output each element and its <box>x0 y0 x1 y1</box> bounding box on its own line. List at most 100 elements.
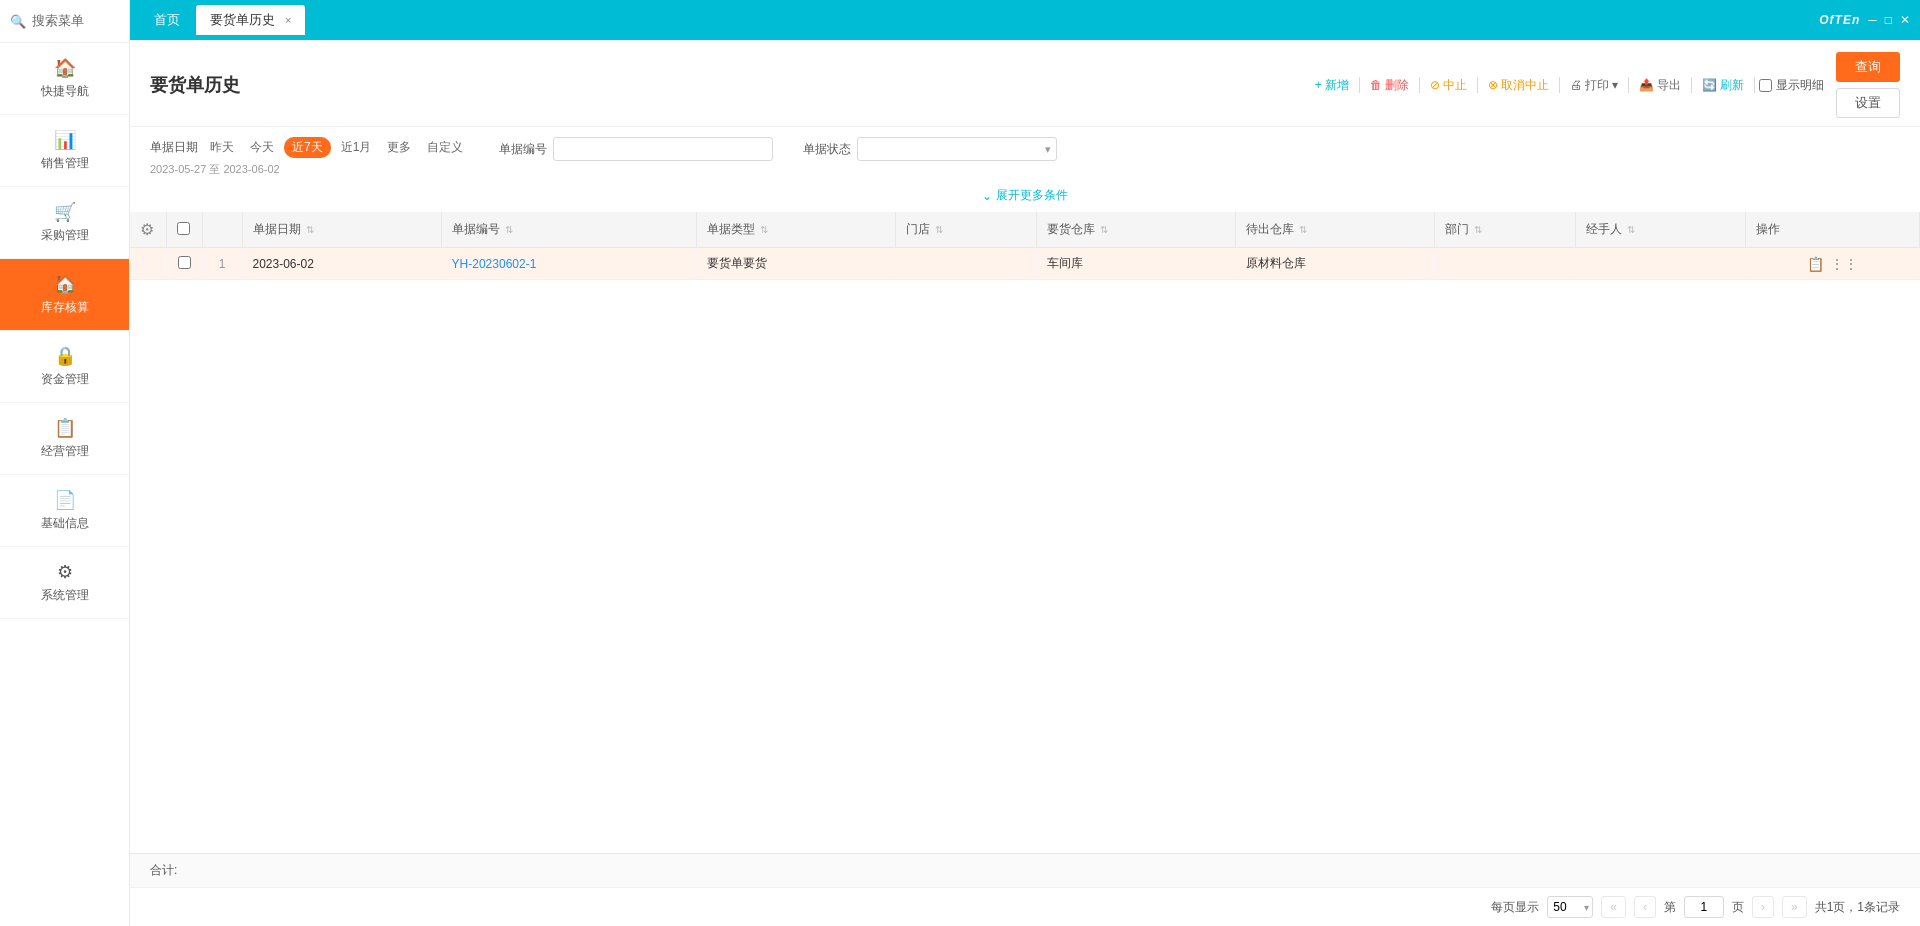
next-page-button[interactable]: › <box>1752 896 1774 918</box>
sort-icon-dept: ⇅ <box>1474 224 1482 235</box>
doc-no-label: 单据编号 <box>499 141 547 158</box>
col-req-warehouse[interactable]: 要货仓库 ⇅ <box>1037 212 1236 248</box>
date-shortcut-today[interactable]: 今天 <box>244 137 280 158</box>
select-all-checkbox[interactable] <box>177 222 190 235</box>
col-pending-warehouse-label: 待出仓库 <box>1246 222 1294 236</box>
stop-button[interactable]: ⊘ 中止 <box>1424 73 1473 98</box>
row-op-icons: 📋 ⋮⋮ <box>1756 256 1909 272</box>
date-shortcut-month1[interactable]: 近1月 <box>335 137 378 158</box>
date-shortcut-week7[interactable]: 近7天 <box>284 137 331 158</box>
display-detail-checkbox[interactable] <box>1759 79 1772 92</box>
date-shortcut-custom[interactable]: 自定义 <box>421 137 469 158</box>
row-delete-icon[interactable]: ⋮⋮ <box>1830 256 1858 272</box>
doc-no-link[interactable]: YH-20230602-1 <box>452 257 537 271</box>
row-checkbox[interactable] <box>178 256 191 269</box>
col-req-warehouse-label: 要货仓库 <box>1047 222 1095 236</box>
query-buttons: 查询 设置 <box>1836 52 1900 118</box>
last-page-button[interactable]: » <box>1782 896 1807 918</box>
export-button[interactable]: 📤 导出 <box>1633 73 1687 98</box>
sidebar-item-finance[interactable]: 🔒 资金管理 <box>0 331 129 403</box>
row-doc-type: 要货单要货 <box>697 248 896 280</box>
sidebar-item-label: 系统管理 <box>41 587 89 604</box>
sidebar-item-label: 快捷导航 <box>41 83 89 100</box>
row-doc-date: 2023-06-02 <box>242 248 441 280</box>
maximize-icon[interactable]: □ <box>1885 13 1892 27</box>
brand-label: OfTEn <box>1819 13 1860 27</box>
divider5 <box>1628 77 1629 93</box>
sidebar-item-basic[interactable]: 📄 基础信息 <box>0 475 129 547</box>
current-page-input[interactable] <box>1684 896 1724 918</box>
prev-page-button[interactable]: ‹ <box>1634 896 1656 918</box>
cancel-stop-button[interactable]: ⊗ 取消中止 <box>1482 73 1555 98</box>
date-range-text: 2023-05-27 至 2023-06-02 <box>150 162 469 177</box>
new-button[interactable]: + 新增 <box>1309 73 1355 98</box>
date-shortcut-yesterday[interactable]: 昨天 <box>204 137 240 158</box>
row-pending-warehouse: 原材料仓库 <box>1236 248 1435 280</box>
sidebar-item-system[interactable]: ⚙ 系统管理 <box>0 547 129 619</box>
page-title: 要货单历史 <box>150 73 240 97</box>
query-button[interactable]: 查询 <box>1836 52 1900 82</box>
row-department <box>1434 248 1575 280</box>
delete-button[interactable]: 🗑 删除 <box>1364 73 1415 98</box>
search-icon: 🔍 <box>10 14 26 29</box>
col-doc-no-label: 单据编号 <box>452 222 500 236</box>
row-num: 1 <box>202 248 242 280</box>
sidebar-item-quick-nav[interactable]: 🏠 快捷导航 <box>0 43 129 115</box>
date-shortcuts: 昨天 今天 近7天 近1月 更多 自定义 <box>204 137 469 158</box>
row-edit-icon[interactable]: 📋 <box>1807 256 1824 272</box>
sort-icon-req-wh: ⇅ <box>1100 224 1108 235</box>
total-info: 共1页，1条记录 <box>1815 899 1900 916</box>
table-header-row: ⚙ 单据日期 ⇅ 单据编号 ⇅ <box>130 212 1920 248</box>
sidebar-item-operation[interactable]: 📋 经营管理 <box>0 403 129 475</box>
page-suffix: 页 <box>1732 899 1744 916</box>
topbar: 首页 要货单历史 × OfTEn ─ □ ✕ <box>130 0 1920 40</box>
row-doc-no[interactable]: YH-20230602-1 <box>441 248 697 280</box>
export-icon: 📤 <box>1639 78 1654 92</box>
home-icon: 🏠 <box>54 57 76 79</box>
expand-more-arrow-icon: ⌄ <box>982 189 992 203</box>
col-doc-no[interactable]: 单据编号 ⇅ <box>441 212 697 248</box>
col-num <box>202 212 242 248</box>
status-select[interactable] <box>857 137 1057 161</box>
divider1 <box>1359 77 1360 93</box>
sidebar-item-sales[interactable]: 📊 销售管理 <box>0 115 129 187</box>
date-filter-label: 单据日期 <box>150 139 198 156</box>
tab-home[interactable]: 首页 <box>140 5 194 35</box>
sidebar-item-label: 经营管理 <box>41 443 89 460</box>
settings-button[interactable]: 设置 <box>1836 88 1900 118</box>
col-store[interactable]: 门店 ⇅ <box>896 212 1037 248</box>
clipboard-icon: 📋 <box>54 417 76 439</box>
col-doc-date[interactable]: 单据日期 ⇅ <box>242 212 441 248</box>
col-department[interactable]: 部门 ⇅ <box>1434 212 1575 248</box>
sidebar-item-inventory[interactable]: 🏠 库存核算 <box>0 259 129 331</box>
sidebar-search-label: 搜索菜单 <box>32 12 84 30</box>
col-handler[interactable]: 经手人 ⇅ <box>1575 212 1745 248</box>
col-store-label: 门店 <box>906 222 930 236</box>
col-doc-type[interactable]: 单据类型 ⇅ <box>697 212 896 248</box>
close-icon[interactable]: ✕ <box>1900 13 1910 27</box>
date-shortcut-more[interactable]: 更多 <box>381 137 417 158</box>
print-arrow-icon: ▾ <box>1612 78 1618 92</box>
tab-history[interactable]: 要货单历史 × <box>196 5 305 35</box>
table-footer: 合计: <box>130 853 1920 887</box>
display-detail-toggle[interactable]: 显示明细 <box>1759 77 1824 94</box>
sidebar-item-label: 库存核算 <box>41 299 89 316</box>
page-size-wrapper: 10 20 50 100 ▾ <box>1547 896 1593 918</box>
table-gear-icon[interactable]: ⚙ <box>140 221 154 238</box>
sidebar-item-purchase[interactable]: 🛒 采购管理 <box>0 187 129 259</box>
pagination: 每页显示 10 20 50 100 ▾ « ‹ 第 页 › » 共1页，1条记录 <box>130 887 1920 926</box>
first-page-button[interactable]: « <box>1601 896 1626 918</box>
doc-no-input[interactable] <box>553 137 773 161</box>
refresh-button[interactable]: 🔄 刷新 <box>1696 73 1750 98</box>
main-area: 首页 要货单历史 × OfTEn ─ □ ✕ 要货单历史 + 新增 <box>130 0 1920 926</box>
minimize-icon[interactable]: ─ <box>1868 13 1877 27</box>
sidebar-search[interactable]: 🔍 搜索菜单 <box>0 0 129 43</box>
sidebar: 🔍 搜索菜单 🏠 快捷导航 📊 销售管理 🛒 采购管理 🏠 库存核算 🔒 资金管… <box>0 0 130 926</box>
print-button[interactable]: 🖨 打印 ▾ <box>1564 73 1624 98</box>
page-size-select[interactable]: 10 20 50 100 <box>1547 896 1593 918</box>
delete-label: 删除 <box>1385 77 1409 94</box>
tab-close-icon[interactable]: × <box>285 14 291 26</box>
document-icon: 📄 <box>54 489 76 511</box>
expand-more-button[interactable]: ⌄ 展开更多条件 <box>982 181 1068 206</box>
col-pending-warehouse[interactable]: 待出仓库 ⇅ <box>1236 212 1435 248</box>
